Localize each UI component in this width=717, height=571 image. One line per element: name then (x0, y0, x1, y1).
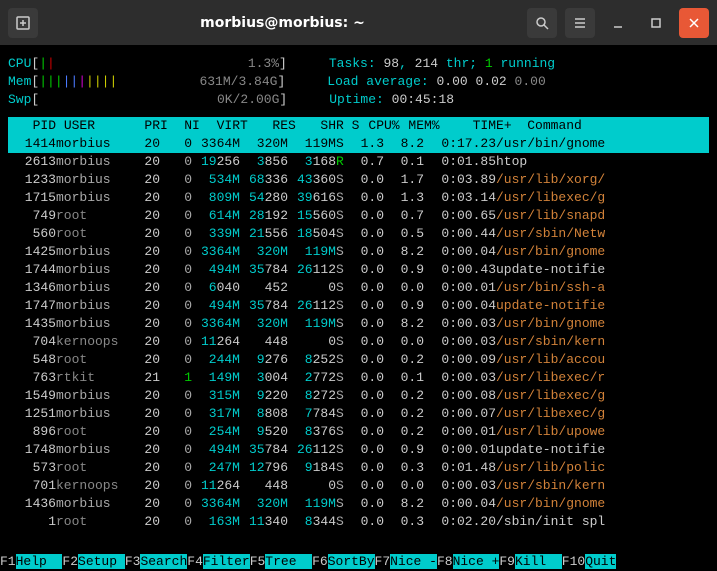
minimize-icon (612, 17, 624, 29)
swp-label: Swp (8, 91, 31, 109)
process-row[interactable]: 1 root200163M113408344 S0.00.30:02.20 /s… (8, 513, 709, 531)
stats-block: CPU[||1.3%] Tasks: 98, 214 thr; 1 runnin… (8, 55, 709, 109)
process-row[interactable]: 2613 morbius2001925638563168 R0.70.10:01… (8, 153, 709, 171)
hdr-virt: VIRT (200, 117, 248, 135)
fkey-f3[interactable]: F3Search (125, 553, 187, 571)
new-tab-button[interactable] (8, 8, 38, 38)
process-row[interactable]: 1251 morbius200317M88087784 S0.00.20:00.… (8, 405, 709, 423)
process-row[interactable]: 548 root200244M92768252 S0.00.20:00.09 /… (8, 351, 709, 369)
process-row[interactable]: 1748 morbius200494M3578426112 S0.00.90:0… (8, 441, 709, 459)
load2: 0.02 (476, 73, 507, 91)
fkey-f2[interactable]: F2Setup (62, 553, 124, 571)
process-header[interactable]: PID USER PRI NI VIRT RES SHR S CPU% MEM%… (8, 117, 709, 135)
process-row[interactable]: 1747 morbius200494M3578426112 S0.00.90:0… (8, 297, 709, 315)
process-row[interactable]: 1435 morbius2003364M320M119M S0.08.20:00… (8, 315, 709, 333)
hdr-s: S (352, 117, 360, 135)
fkey-f9[interactable]: F9Kill (499, 553, 561, 571)
process-row[interactable]: 749 root200614M2819215560 S0.00.70:00.65… (8, 207, 709, 225)
hdr-pid: PID (8, 117, 56, 135)
fkey-f1[interactable]: F1Help (0, 553, 62, 571)
fkey-f4[interactable]: F4Filter (187, 553, 249, 571)
process-row[interactable]: 1233 morbius200534M6833643360 S0.01.70:0… (8, 171, 709, 189)
minimize-button[interactable] (603, 8, 633, 38)
process-row[interactable]: 560 root200339M2155618504 S0.00.50:00.44… (8, 225, 709, 243)
process-row[interactable]: 701 kernoops200112644480 S0.00.00:00.03 … (8, 477, 709, 495)
process-row[interactable]: 763 rtkit211149M30042772 S0.00.10:00.03 … (8, 369, 709, 387)
mem-val: 631M/3.84G (199, 74, 277, 89)
window-title: morbius@morbius: ~ (46, 15, 519, 31)
process-row[interactable]: 1715 morbius200809M5428039616 S0.01.30:0… (8, 189, 709, 207)
process-row[interactable]: 1425 morbius2003364M320M119M S0.08.20:00… (8, 243, 709, 261)
fkey-f10[interactable]: F10Quit (562, 553, 617, 571)
maximize-button[interactable] (641, 8, 671, 38)
new-tab-icon (16, 16, 30, 30)
thr-count: 214 (415, 55, 438, 73)
process-row[interactable]: 1414 morbius2003364M320M119M S1.38.20:17… (8, 135, 709, 153)
fkey-f7[interactable]: F7Nice - (375, 553, 437, 571)
hdr-ni: NI (168, 117, 200, 135)
hdr-mem: MEM% (400, 117, 440, 135)
function-keys: F1Help F2Setup F3SearchF4FilterF5Tree F6… (0, 553, 616, 571)
hamburger-icon (573, 16, 587, 30)
maximize-icon (650, 17, 662, 29)
terminal[interactable]: CPU[||1.3%] Tasks: 98, 214 thr; 1 runnin… (0, 45, 717, 571)
process-row[interactable]: 896 root200254M95208376 S0.00.20:00.01 /… (8, 423, 709, 441)
process-row[interactable]: 1346 morbius20060404520 S0.00.00:00.01 /… (8, 279, 709, 297)
load1: 0.00 (436, 73, 467, 91)
swp-val: 0K/2.00G (217, 92, 279, 107)
close-icon (688, 17, 700, 29)
hdr-user: USER (64, 117, 136, 135)
process-row[interactable]: 1744 morbius200494M3578426112 S0.00.90:0… (8, 261, 709, 279)
uptime-val: 00:45:18 (392, 91, 454, 109)
tasks-count: 98 (383, 55, 399, 73)
hdr-cpu: CPU% (360, 117, 400, 135)
search-button[interactable] (527, 8, 557, 38)
running-count: 1 (485, 55, 493, 73)
tasks-label: Tasks: (329, 55, 384, 73)
process-row[interactable]: 1549 morbius200315M92208272 S0.00.20:00.… (8, 387, 709, 405)
cpu-pct: 1.3% (248, 56, 279, 71)
hdr-res: RES (248, 117, 296, 135)
load3: 0.00 (515, 73, 546, 91)
mem-label: Mem (8, 73, 31, 91)
uptime-label: Uptime: (329, 91, 391, 109)
process-row[interactable]: 1436 morbius2003364M320M119M S0.08.20:00… (8, 495, 709, 513)
close-button[interactable] (679, 8, 709, 38)
menu-button[interactable] (565, 8, 595, 38)
process-list: 1414 morbius2003364M320M119M S1.38.20:17… (8, 135, 709, 531)
hdr-time: TIME+ (440, 117, 512, 135)
search-icon (535, 16, 549, 30)
fkey-f6[interactable]: F6SortBy (312, 553, 374, 571)
fkey-f8[interactable]: F8Nice + (437, 553, 499, 571)
process-row[interactable]: 704 kernoops200112644480 S0.00.00:00.03 … (8, 333, 709, 351)
hdr-pri: PRI (136, 117, 168, 135)
fkey-f5[interactable]: F5Tree (250, 553, 312, 571)
titlebar: morbius@morbius: ~ (0, 0, 717, 45)
process-row[interactable]: 573 root200247M127969184 S0.00.30:01.48 … (8, 459, 709, 477)
cpu-label: CPU (8, 55, 31, 73)
load-label: Load average: (327, 73, 436, 91)
hdr-shr: SHR (296, 117, 344, 135)
hdr-cmd: Command (527, 117, 709, 135)
